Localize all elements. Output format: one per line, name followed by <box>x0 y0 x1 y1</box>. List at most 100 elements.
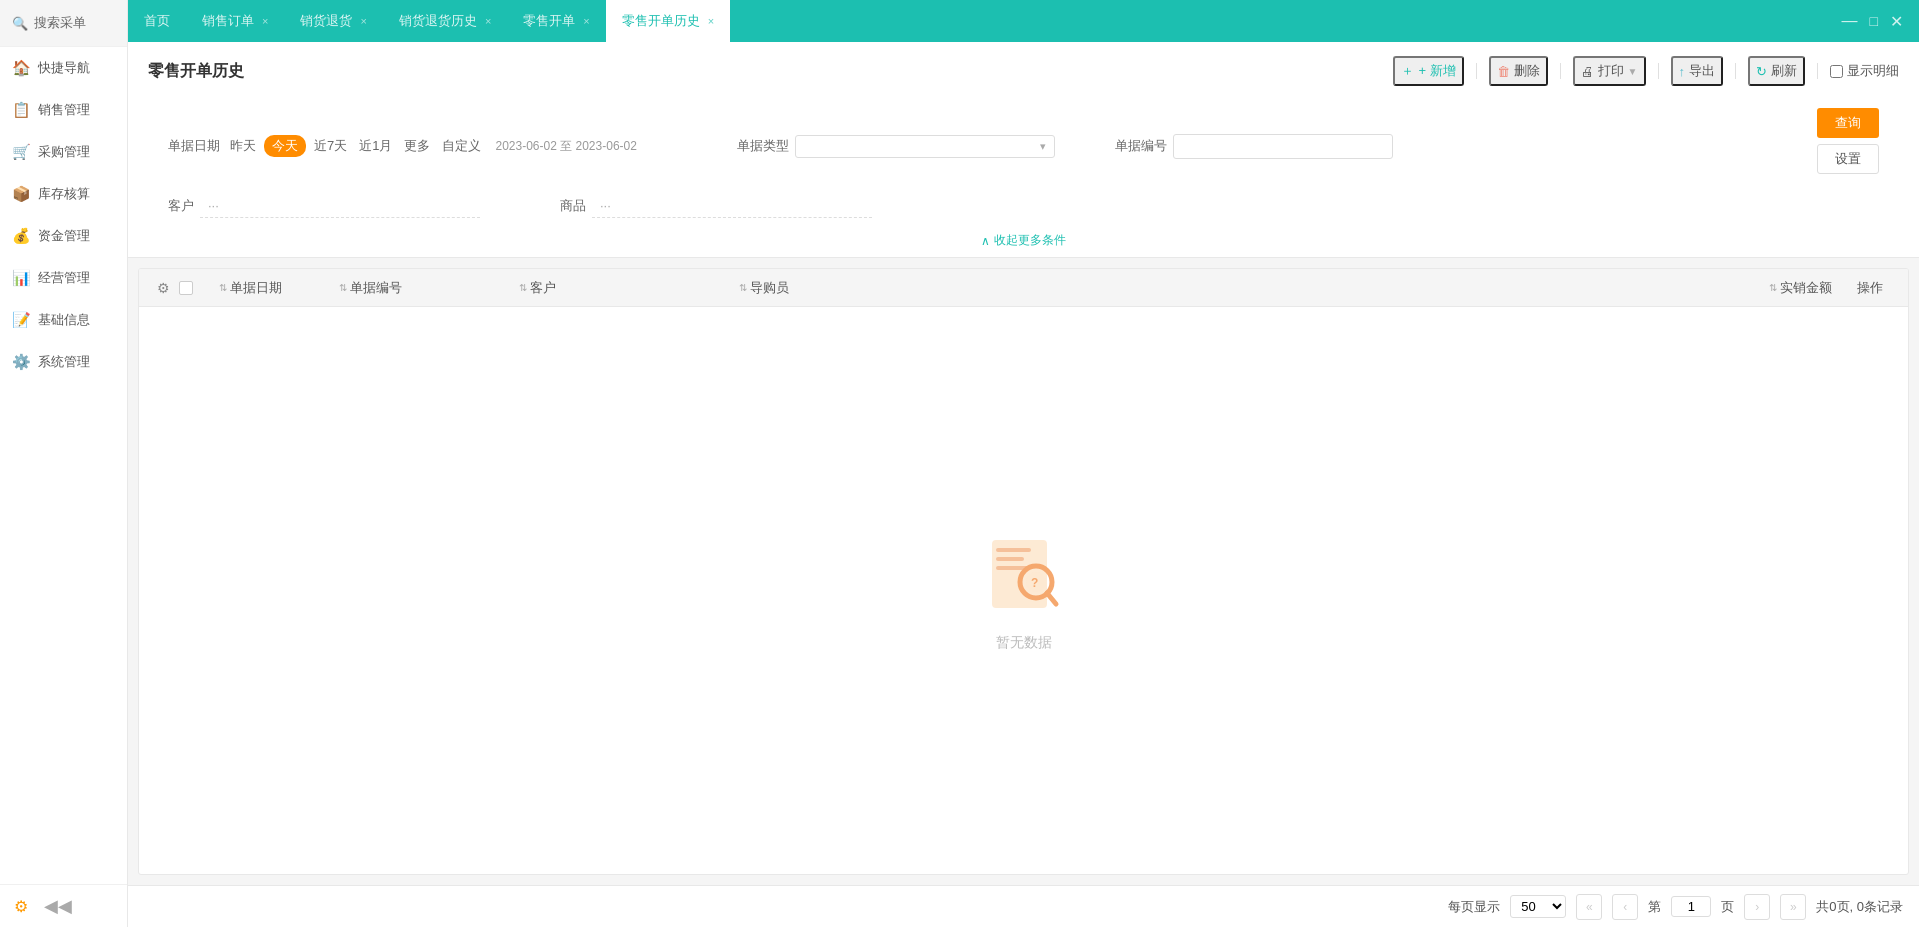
per-page-select[interactable]: 50 100 200 <box>1510 895 1566 918</box>
page-label-suffix: 页 <box>1721 898 1734 916</box>
search-icon: 🔍 <box>12 16 28 31</box>
tab-retail-open[interactable]: 零售开单 × <box>507 0 605 42</box>
th-date[interactable]: ⇅ 单据日期 <box>211 279 331 297</box>
export-button[interactable]: ↑ 导出 <box>1671 56 1724 86</box>
table-header-checkbox[interactable] <box>179 281 211 295</box>
page-title: 零售开单历史 <box>148 61 244 82</box>
th-guide[interactable]: ⇅ 导购员 <box>731 279 851 297</box>
tab-sales-order-close[interactable]: × <box>262 15 268 27</box>
add-button[interactable]: ＋ + 新增 <box>1393 56 1463 86</box>
sidebar-item-label: 经营管理 <box>38 269 90 287</box>
th-amount[interactable]: ⇅ 实销金额 <box>1720 279 1840 297</box>
sort-icon: ⇅ <box>339 282 347 293</box>
last-page-icon: » <box>1790 900 1797 914</box>
main-area: 首页 销售订单 × 销货退货 × 销货退货历史 × 零售开单 × 零售开单历史 … <box>128 0 1919 927</box>
first-page-icon: « <box>1586 900 1593 914</box>
delete-button[interactable]: 🗑 删除 <box>1489 56 1548 86</box>
tab-retail-history-close[interactable]: × <box>708 15 714 27</box>
date-option-yesterday[interactable]: 昨天 <box>226 135 260 157</box>
tab-sales-return-history-close[interactable]: × <box>485 15 491 27</box>
current-page-input[interactable] <box>1671 896 1711 917</box>
tab-sales-return-close[interactable]: × <box>360 15 366 27</box>
sidebar-item-label: 销售管理 <box>38 101 90 119</box>
collapse-sidebar-icon[interactable]: ◀◀ <box>44 895 72 917</box>
first-page-btn[interactable]: « <box>1576 894 1602 920</box>
tab-sales-return-label: 销货退货 <box>300 12 352 30</box>
sidebar-item-inventory[interactable]: 📦 库存核算 <box>0 173 127 215</box>
sidebar-search[interactable]: 🔍 搜索采单 <box>0 0 127 47</box>
svg-rect-1 <box>996 548 1031 552</box>
goods-filter: 商品 ··· <box>560 194 872 218</box>
last-page-btn[interactable]: » <box>1780 894 1806 920</box>
window-close-icon[interactable]: ✕ <box>1890 12 1903 31</box>
sidebar-item-finance[interactable]: 💰 资金管理 <box>0 215 127 257</box>
doc-no-label: 单据编号 <box>1115 137 1167 155</box>
customer-input[interactable]: ··· <box>200 194 480 218</box>
date-option-7days[interactable]: 近7天 <box>310 135 351 157</box>
show-detail-checkbox[interactable] <box>1830 65 1843 78</box>
date-range-text: 2023-06-02 至 2023-06-02 <box>495 138 636 155</box>
prev-page-btn[interactable]: ‹ <box>1612 894 1638 920</box>
prev-page-icon: ‹ <box>1623 900 1627 914</box>
filter-row-2: 客户 ··· 商品 ··· <box>168 194 1879 218</box>
next-page-icon: › <box>1755 900 1759 914</box>
print-icon: 🖨 <box>1581 64 1594 79</box>
date-options: 昨天 今天 近7天 近1月 更多 自定义 <box>226 135 485 157</box>
query-button[interactable]: 查询 <box>1817 108 1879 138</box>
table-settings-icon[interactable]: ⚙ <box>147 280 179 296</box>
sidebar-item-quick-nav[interactable]: 🏠 快捷导航 <box>0 47 127 89</box>
svg-rect-2 <box>996 557 1024 561</box>
select-all-checkbox[interactable] <box>179 281 193 295</box>
tab-sales-order[interactable]: 销售订单 × <box>186 0 284 42</box>
date-option-today[interactable]: 今天 <box>264 135 306 157</box>
customer-filter: 客户 ··· <box>168 194 480 218</box>
delete-icon: 🗑 <box>1497 64 1510 79</box>
th-action-label: 操作 <box>1857 279 1883 297</box>
filter-row-1: 单据日期 昨天 今天 近7天 近1月 更多 自定义 2023-06-02 至 2… <box>168 108 1879 184</box>
refresh-button[interactable]: ↻ 刷新 <box>1748 56 1805 86</box>
divider-4 <box>1735 63 1736 79</box>
tab-sales-return-history[interactable]: 销货退货历史 × <box>383 0 507 42</box>
finance-icon: 💰 <box>12 227 30 245</box>
home-icon: 🏠 <box>12 59 30 77</box>
collapse-up-icon: ∧ <box>981 234 990 248</box>
window-min-icon[interactable]: — <box>1842 12 1858 30</box>
settings-gear-icon[interactable]: ⚙ <box>14 897 28 916</box>
sidebar-item-sales-mgmt[interactable]: 📋 销售管理 <box>0 89 127 131</box>
tab-retail-history[interactable]: 零售开单历史 × <box>606 0 730 42</box>
tab-home[interactable]: 首页 <box>128 0 186 42</box>
sidebar-item-sys-mgmt[interactable]: ⚙️ 系统管理 <box>0 341 127 383</box>
date-option-1month[interactable]: 近1月 <box>355 135 396 157</box>
filter-settings-button[interactable]: 设置 <box>1817 144 1879 174</box>
divider-3 <box>1658 63 1659 79</box>
window-max-icon[interactable]: □ <box>1870 13 1878 29</box>
sales-icon: 📋 <box>12 101 30 119</box>
sys-icon: ⚙️ <box>12 353 30 371</box>
sidebar-item-business-mgmt[interactable]: 📊 经营管理 <box>0 257 127 299</box>
th-no[interactable]: ⇅ 单据编号 <box>331 279 511 297</box>
window-controls: — □ ✕ <box>1842 12 1919 31</box>
sidebar-item-basic-info[interactable]: 📝 基础信息 <box>0 299 127 341</box>
svg-text:?: ? <box>1031 576 1038 590</box>
tab-retail-history-label: 零售开单历史 <box>622 12 700 30</box>
sidebar-item-label: 系统管理 <box>38 353 90 371</box>
tab-sales-return[interactable]: 销货退货 × <box>284 0 382 42</box>
goods-input[interactable]: ··· <box>592 194 872 218</box>
tab-retail-open-close[interactable]: × <box>583 15 589 27</box>
sidebar-item-label: 资金管理 <box>38 227 90 245</box>
sidebar-bottom: ⚙ ◀◀ <box>0 884 127 927</box>
th-client[interactable]: ⇅ 客户 <box>511 279 731 297</box>
collapse-filter-row[interactable]: ∧ 收起更多条件 <box>168 228 1879 257</box>
show-detail-checkbox-label[interactable]: 显示明细 <box>1830 62 1899 80</box>
page-title-row: 零售开单历史 ＋ + 新增 🗑 删除 🖨 打印 ▼ <box>148 56 1899 86</box>
doc-type-select[interactable]: ▾ <box>795 135 1055 158</box>
date-option-custom[interactable]: 自定义 <box>438 135 485 157</box>
date-option-more[interactable]: 更多 <box>400 135 434 157</box>
collapse-label: 收起更多条件 <box>994 232 1066 249</box>
next-page-btn[interactable]: › <box>1744 894 1770 920</box>
date-label: 单据日期 <box>168 137 220 155</box>
sidebar-item-purchase-mgmt[interactable]: 🛒 采购管理 <box>0 131 127 173</box>
sort-icon: ⇅ <box>1769 282 1777 293</box>
print-button[interactable]: 🖨 打印 ▼ <box>1573 56 1646 86</box>
doc-no-input[interactable] <box>1173 134 1393 159</box>
